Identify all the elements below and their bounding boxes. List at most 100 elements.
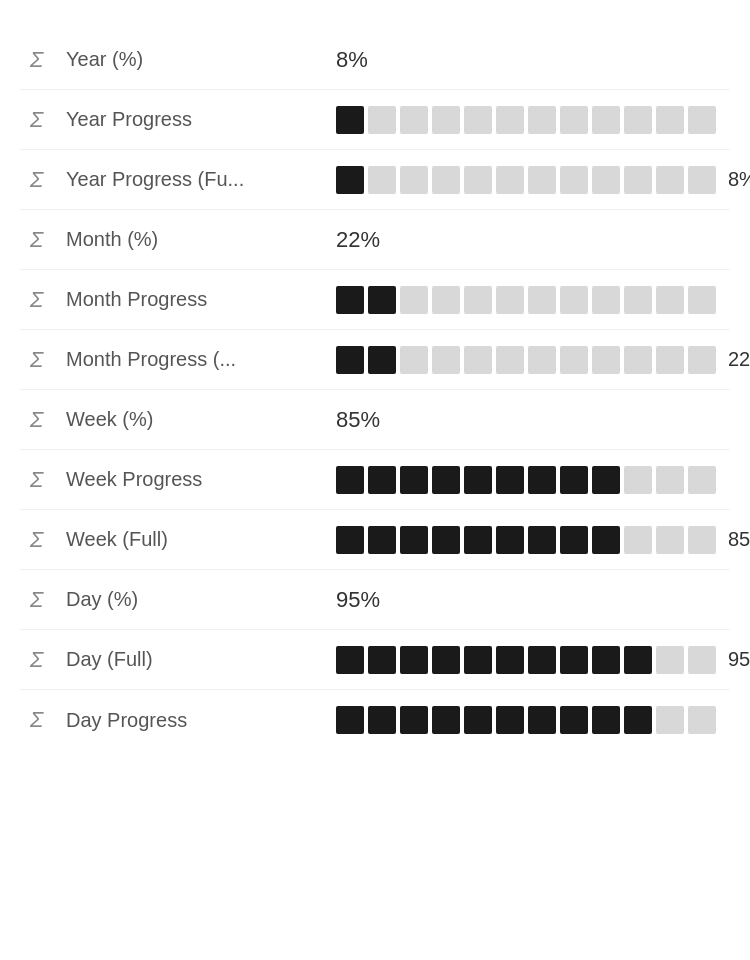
block-empty bbox=[656, 106, 684, 134]
row-month-progress: ΣMonth Progress bbox=[20, 270, 730, 330]
row-day-progress: ΣDay Progress bbox=[20, 690, 730, 750]
bar-week-full: 85% bbox=[336, 526, 750, 554]
label-day-full: Day (Full) bbox=[66, 648, 326, 671]
label-week-pct: Week (%) bbox=[66, 408, 326, 431]
block-filled bbox=[336, 526, 364, 554]
block-empty bbox=[688, 346, 716, 374]
block-filled bbox=[592, 706, 620, 734]
bar-label-year-progress-full: 8% bbox=[728, 168, 750, 191]
block-empty bbox=[592, 346, 620, 374]
block-empty bbox=[496, 166, 524, 194]
block-empty bbox=[688, 286, 716, 314]
block-empty bbox=[688, 466, 716, 494]
sigma-icon: Σ bbox=[30, 47, 66, 73]
block-empty bbox=[656, 526, 684, 554]
block-filled bbox=[336, 466, 364, 494]
block-empty bbox=[592, 166, 620, 194]
sigma-icon: Σ bbox=[30, 587, 66, 613]
block-filled bbox=[400, 466, 428, 494]
value-day-pct: 95% bbox=[336, 587, 380, 613]
bar-year-progress-full: 8% bbox=[336, 166, 750, 194]
bar-year-progress bbox=[336, 106, 716, 134]
block-empty bbox=[656, 346, 684, 374]
block-filled bbox=[592, 526, 620, 554]
block-empty bbox=[656, 646, 684, 674]
block-filled bbox=[624, 646, 652, 674]
row-year-progress: ΣYear Progress bbox=[20, 90, 730, 150]
row-day-full: ΣDay (Full)95% bbox=[20, 630, 730, 690]
label-month-progress: Month Progress bbox=[66, 288, 326, 311]
block-filled bbox=[368, 466, 396, 494]
value-year-pct: 8% bbox=[336, 47, 368, 73]
block-filled bbox=[528, 466, 556, 494]
block-empty bbox=[688, 526, 716, 554]
block-filled bbox=[496, 706, 524, 734]
label-month-progress-full: Month Progress (... bbox=[66, 348, 326, 371]
label-week-progress: Week Progress bbox=[66, 468, 326, 491]
block-empty bbox=[528, 346, 556, 374]
label-month-pct: Month (%) bbox=[66, 228, 326, 251]
row-week-progress: ΣWeek Progress bbox=[20, 450, 730, 510]
sigma-icon: Σ bbox=[30, 107, 66, 133]
row-month-progress-full: ΣMonth Progress (...22% bbox=[20, 330, 730, 390]
bar-label-month-progress-full: 22% bbox=[728, 348, 750, 371]
block-empty bbox=[400, 106, 428, 134]
row-year-progress-full: ΣYear Progress (Fu...8% bbox=[20, 150, 730, 210]
block-filled bbox=[624, 706, 652, 734]
sigma-icon: Σ bbox=[30, 467, 66, 493]
block-empty bbox=[400, 166, 428, 194]
block-empty bbox=[592, 106, 620, 134]
block-filled bbox=[560, 466, 588, 494]
block-empty bbox=[624, 466, 652, 494]
block-empty bbox=[432, 286, 460, 314]
row-month-pct: ΣMonth (%)22% bbox=[20, 210, 730, 270]
block-empty bbox=[368, 106, 396, 134]
block-empty bbox=[688, 646, 716, 674]
block-empty bbox=[624, 286, 652, 314]
bar-month-progress-full: 22% bbox=[336, 346, 750, 374]
block-empty bbox=[688, 166, 716, 194]
block-filled bbox=[336, 286, 364, 314]
block-filled bbox=[400, 646, 428, 674]
block-empty bbox=[464, 286, 492, 314]
sigma-icon: Σ bbox=[30, 647, 66, 673]
block-empty bbox=[656, 466, 684, 494]
label-day-progress: Day Progress bbox=[66, 709, 326, 732]
block-empty bbox=[432, 166, 460, 194]
block-empty bbox=[624, 526, 652, 554]
block-filled bbox=[592, 646, 620, 674]
block-empty bbox=[496, 106, 524, 134]
block-empty bbox=[464, 346, 492, 374]
block-filled bbox=[528, 646, 556, 674]
block-filled bbox=[400, 526, 428, 554]
label-year-pct: Year (%) bbox=[66, 48, 326, 71]
value-month-pct: 22% bbox=[336, 227, 380, 253]
block-empty bbox=[432, 106, 460, 134]
block-empty bbox=[656, 286, 684, 314]
block-empty bbox=[656, 706, 684, 734]
bar-label-day-full: 95% bbox=[728, 648, 750, 671]
block-filled bbox=[464, 526, 492, 554]
block-filled bbox=[432, 706, 460, 734]
sigma-icon: Σ bbox=[30, 347, 66, 373]
sigma-icon: Σ bbox=[30, 167, 66, 193]
block-empty bbox=[400, 346, 428, 374]
block-filled bbox=[336, 346, 364, 374]
block-empty bbox=[528, 106, 556, 134]
block-empty bbox=[624, 166, 652, 194]
block-filled bbox=[464, 466, 492, 494]
sigma-icon: Σ bbox=[30, 707, 66, 733]
block-filled bbox=[368, 346, 396, 374]
main-container: ΣYear (%)8%ΣYear ProgressΣYear Progress … bbox=[0, 0, 750, 780]
label-week-full: Week (Full) bbox=[66, 528, 326, 551]
block-empty bbox=[400, 286, 428, 314]
bar-day-progress bbox=[336, 706, 716, 734]
block-empty bbox=[560, 286, 588, 314]
row-week-pct: ΣWeek (%)85% bbox=[20, 390, 730, 450]
block-empty bbox=[560, 106, 588, 134]
block-filled bbox=[432, 466, 460, 494]
block-filled bbox=[496, 526, 524, 554]
label-day-pct: Day (%) bbox=[66, 588, 326, 611]
block-filled bbox=[560, 706, 588, 734]
block-filled bbox=[432, 646, 460, 674]
